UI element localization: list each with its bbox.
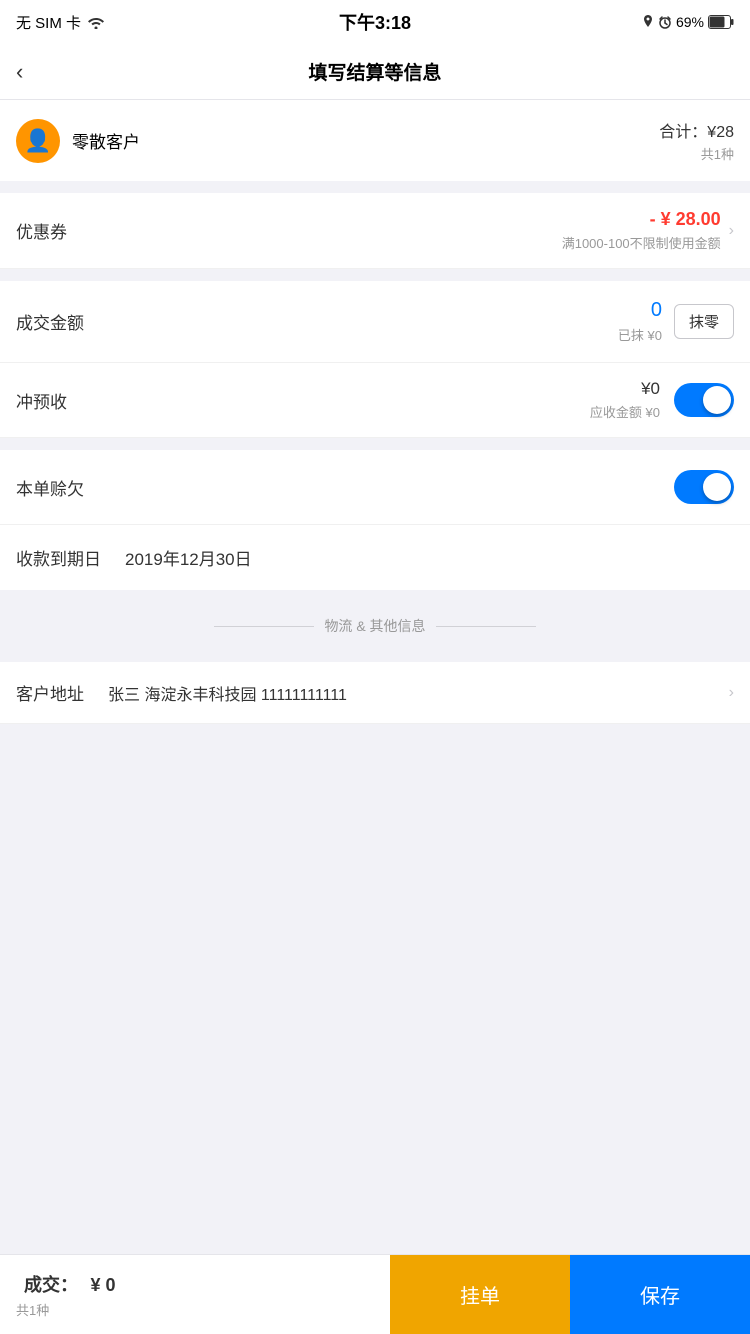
customer-total: 合计：¥28 共1种 <box>659 118 734 163</box>
deal-amount-value[interactable]: 0 <box>651 299 662 322</box>
debt-row: 本单赊欠 <box>0 450 750 525</box>
coupon-discount: - ¥ 28.00 <box>562 209 721 230</box>
hang-order-button[interactable]: 挂单 <box>390 1255 570 1334</box>
coupon-desc: 满1000-100不限制使用金额 <box>562 233 721 252</box>
customer-name: 零散客户 <box>72 128 140 153</box>
duedate-label: 收款到期日 <box>16 545 101 570</box>
bottom-deal-row: 成交： ¥ 0 <box>16 1271 374 1297</box>
address-label: 客户地址 <box>16 680 84 705</box>
deal-amount-label: 成交金额 <box>16 309 84 334</box>
coupon-label: 优惠券 <box>16 218 67 243</box>
duedate-row: 收款到期日 2019年12月30日 <box>0 525 750 590</box>
avatar-icon: 👤 <box>24 128 51 154</box>
sim-label: 无 SIM 卡 <box>16 12 81 33</box>
wifi-icon <box>87 15 105 29</box>
bottom-deal-value: ¥ 0 <box>90 1275 115 1295</box>
deal-amount-row: 成交金额 0 已抹 ¥0 抹零 <box>0 281 750 363</box>
section-divider-label: 物流 & 其他信息 <box>324 616 425 636</box>
debt-toggle[interactable] <box>674 470 734 504</box>
coupon-right: - ¥ 28.00 满1000-100不限制使用金额 › <box>562 209 734 252</box>
debt-toggle-knob <box>703 473 731 501</box>
total-count-label: 共1种 <box>659 144 734 163</box>
address-section: 客户地址 张三 海淀永丰科技园 11111111111 › <box>0 662 750 724</box>
address-row[interactable]: 客户地址 张三 海淀永丰科技园 11111111111 › <box>0 662 750 724</box>
coupon-value: - ¥ 28.00 满1000-100不限制使用金额 <box>562 209 721 252</box>
location-icon <box>642 15 654 29</box>
coupon-chevron-icon: › <box>729 222 734 240</box>
deal-amount-right: 0 已抹 ¥0 抹零 <box>618 299 734 344</box>
coupon-row[interactable]: 优惠券 - ¥ 28.00 满1000-100不限制使用金额 › <box>0 193 750 269</box>
save-button[interactable]: 保存 <box>570 1255 750 1334</box>
bottom-bar: 成交： ¥ 0 共1种 挂单 保存 <box>0 1254 750 1334</box>
battery-icon <box>708 15 734 29</box>
status-bar: 无 SIM 卡 下午3:18 69% <box>0 0 750 44</box>
prepay-toggle[interactable] <box>674 383 734 417</box>
prepay-right: ¥0 应收金额 ¥0 <box>590 379 734 421</box>
prepay-sub-value: 应收金额 ¥0 <box>590 402 660 421</box>
address-value: 张三 海淀永丰科技园 11111111111 <box>108 681 725 705</box>
avatar: 👤 <box>16 119 60 163</box>
alarm-icon <box>658 15 672 29</box>
deal-amount-sub: 已抹 ¥0 <box>618 325 662 344</box>
bottom-count-label: 共1种 <box>16 1300 374 1319</box>
main-content: 👤 零散客户 合计：¥28 共1种 优惠券 - ¥ 28.00 满1000-10… <box>0 100 750 814</box>
customer-info: 👤 零散客户 <box>16 119 140 163</box>
transaction-section: 成交金额 0 已抹 ¥0 抹零 冲预收 ¥0 应收金额 ¥0 <box>0 281 750 438</box>
round-zero-button[interactable]: 抹零 <box>674 304 734 339</box>
customer-section: 👤 零散客户 合计：¥28 共1种 <box>0 100 750 181</box>
prepay-main-value: ¥0 <box>590 379 660 399</box>
toggle-knob <box>703 386 731 414</box>
status-left: 无 SIM 卡 <box>16 12 105 33</box>
status-time: 下午3:18 <box>339 9 411 35</box>
debt-label: 本单赊欠 <box>16 475 84 500</box>
deal-amount-wrap: 0 已抹 ¥0 <box>618 299 662 344</box>
divider-line-left <box>214 626 314 627</box>
address-chevron-icon: › <box>729 684 734 702</box>
battery-label: 69% <box>676 14 704 30</box>
bottom-deal-label: 成交： <box>24 1275 78 1295</box>
duedate-value[interactable]: 2019年12月30日 <box>125 545 252 570</box>
page-title: 填写结算等信息 <box>308 58 441 85</box>
prepay-values: ¥0 应收金额 ¥0 <box>590 379 660 421</box>
logistics-divider: 物流 & 其他信息 <box>0 602 750 650</box>
prepay-label: 冲预收 <box>16 388 67 413</box>
customer-row: 👤 零散客户 合计：¥28 共1种 <box>0 100 750 181</box>
divider-line-right <box>436 626 536 627</box>
total-amount-label: 合计：¥28 <box>659 118 734 142</box>
nav-bar: ‹ 填写结算等信息 <box>0 44 750 100</box>
bottom-info: 成交： ¥ 0 共1种 <box>0 1271 390 1319</box>
debt-section: 本单赊欠 收款到期日 2019年12月30日 <box>0 450 750 590</box>
coupon-section: 优惠券 - ¥ 28.00 满1000-100不限制使用金额 › <box>0 193 750 269</box>
prepay-row: 冲预收 ¥0 应收金额 ¥0 <box>0 363 750 438</box>
status-right: 69% <box>642 14 734 30</box>
back-button[interactable]: ‹ <box>16 59 23 85</box>
